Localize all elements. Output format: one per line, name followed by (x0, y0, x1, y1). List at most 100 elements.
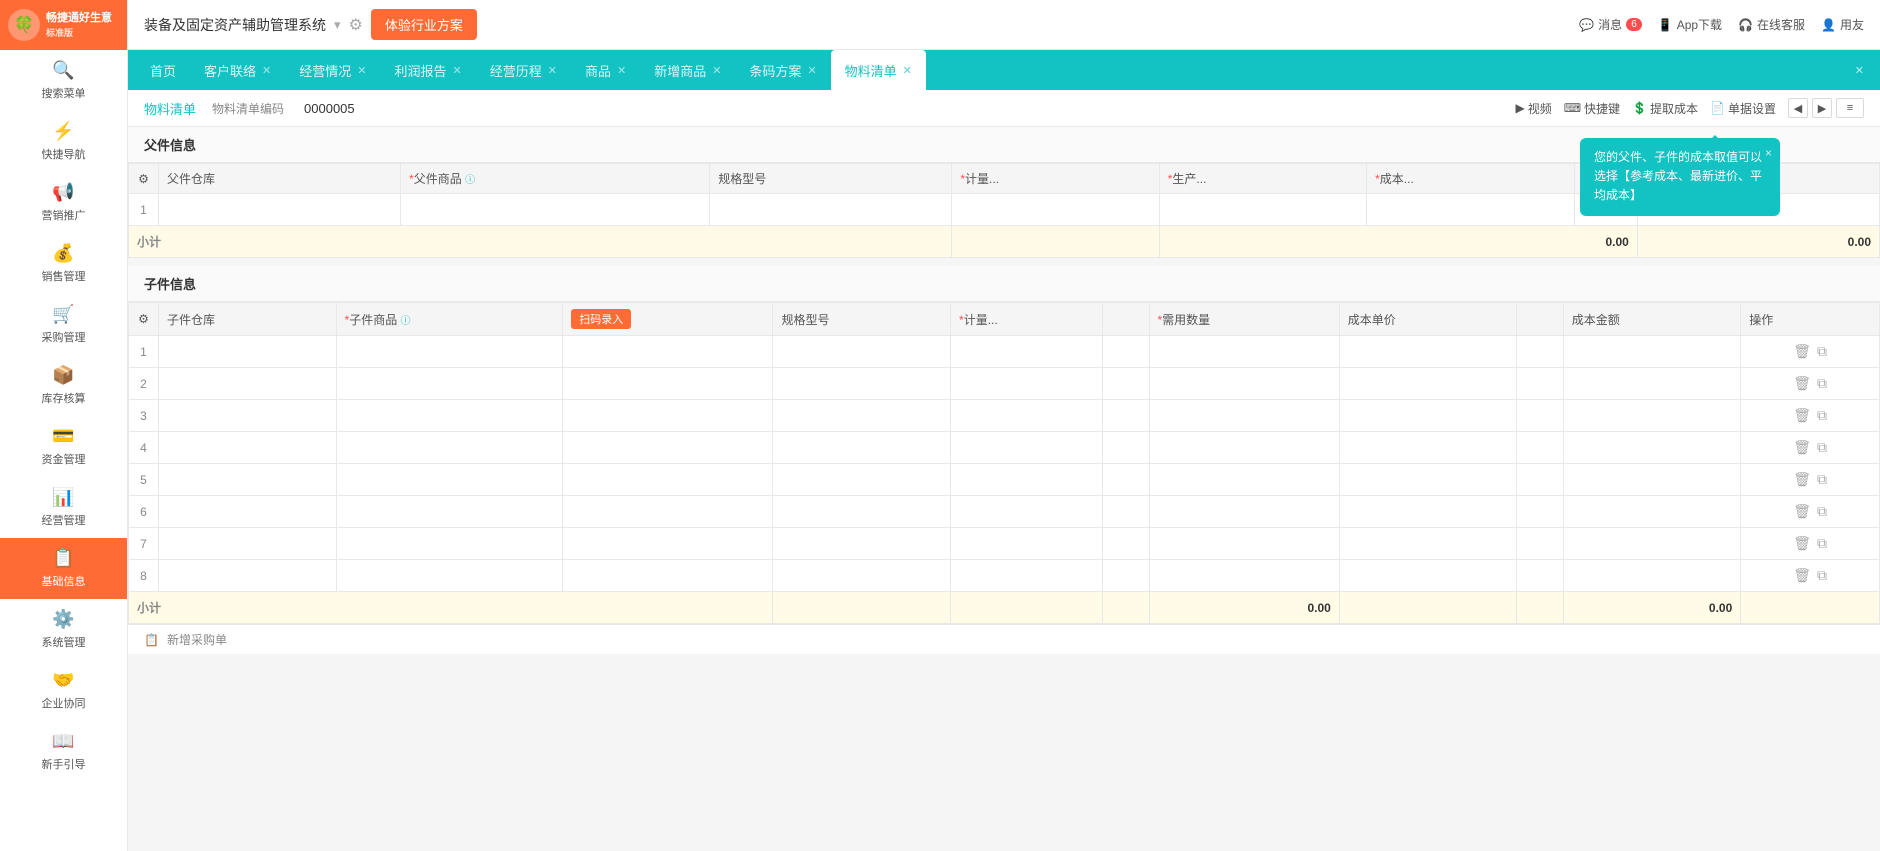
child-goods-cell[interactable] (336, 400, 563, 432)
parent-warehouse-cell[interactable] (159, 194, 401, 226)
tab-barcode-close[interactable]: ✕ (807, 64, 816, 77)
delete-icon[interactable]: 🗑 (1793, 535, 1811, 552)
next-btn[interactable]: ▶ (1812, 98, 1832, 118)
cost-cell[interactable] (1367, 194, 1574, 226)
child-cost-price-cell[interactable] (1339, 496, 1517, 528)
child-needed-qty-cell[interactable] (1149, 400, 1339, 432)
child-goods-cell[interactable] (336, 560, 563, 592)
tab-new-goods-close[interactable]: ✕ (712, 64, 721, 77)
child-unit-cell[interactable] (951, 560, 1103, 592)
child-cost-price-cell[interactable] (1339, 400, 1517, 432)
child-goods-cell[interactable] (336, 528, 563, 560)
online-service-button[interactable]: 🎧 在线客服 (1738, 16, 1805, 33)
sidebar-item-basic-info[interactable]: 📋 基础信息 (0, 538, 127, 599)
tab-bom-close[interactable]: ✕ (903, 64, 912, 77)
view-button[interactable]: ▶ 视频 (1515, 100, 1551, 117)
scroll-area[interactable]: 父件信息 ⚙ 父件仓库 *父件商品 ⓘ 规格型号 *计量... *生产... * (128, 127, 1880, 851)
sidebar-item-marketing[interactable]: 📢 营销推广 (0, 172, 127, 233)
sidebar-item-finance[interactable]: 💳 资金管理 (0, 416, 127, 477)
child-unit-cell[interactable] (951, 400, 1103, 432)
child-spec-cell[interactable] (773, 528, 951, 560)
sidebar-item-sales[interactable]: 💰 销售管理 (0, 233, 127, 294)
child-unit-cell[interactable] (951, 368, 1103, 400)
child-cost-amount-cell[interactable] (1563, 336, 1741, 368)
child-goods-cell[interactable] (336, 464, 563, 496)
delete-icon[interactable]: 🗑 (1793, 471, 1811, 488)
tab-barcode[interactable]: 条码方案 ✕ (735, 50, 830, 90)
sidebar-item-system[interactable]: ⚙️ 系统管理 (0, 599, 127, 660)
tab-operations-status[interactable]: 经营情况 ✕ (285, 50, 380, 90)
child-cost-price-cell[interactable] (1339, 432, 1517, 464)
child-cost-price-cell[interactable] (1339, 464, 1517, 496)
app-download-button[interactable]: 📱 App下载 (1658, 16, 1722, 33)
extract-cost-button[interactable]: 💲 提取成本 (1632, 100, 1698, 117)
child-cost-price-cell[interactable] (1339, 560, 1517, 592)
tab-history[interactable]: 经营历程 ✕ (476, 50, 571, 90)
copy-icon[interactable]: ⧉ (1817, 567, 1827, 584)
child-needed-qty-cell[interactable] (1149, 432, 1339, 464)
child-unit-cell[interactable] (951, 336, 1103, 368)
child-cost-amount-cell[interactable] (1563, 528, 1741, 560)
child-unit-cell[interactable] (951, 528, 1103, 560)
tab-bom[interactable]: 物料清单 ✕ (831, 50, 926, 90)
tab-operations-status-close[interactable]: ✕ (357, 64, 366, 77)
delete-icon[interactable]: 🗑 (1793, 439, 1811, 456)
parent-goods-cell[interactable] (401, 194, 710, 226)
child-cost-amount-cell[interactable] (1563, 400, 1741, 432)
grid-btn[interactable]: ≡ (1836, 98, 1864, 118)
copy-icon[interactable]: ⧉ (1817, 375, 1827, 392)
child-spec-cell[interactable] (773, 464, 951, 496)
copy-icon[interactable]: ⧉ (1817, 535, 1827, 552)
sidebar-item-inventory[interactable]: 📦 库存核算 (0, 355, 127, 416)
child-cost-amount-cell[interactable] (1563, 560, 1741, 592)
child-needed-qty-cell[interactable] (1149, 368, 1339, 400)
child-needed-qty-cell[interactable] (1149, 560, 1339, 592)
child-needed-qty-cell[interactable] (1149, 496, 1339, 528)
prev-btn[interactable]: ◀ (1788, 98, 1808, 118)
shortcut-button[interactable]: ⌨ 快捷键 (1564, 100, 1620, 117)
single-settings-button[interactable]: 📄 单据设置 (1710, 100, 1776, 117)
child-warehouse-cell[interactable] (159, 560, 337, 592)
child-goods-cell[interactable] (336, 496, 563, 528)
settings-icon[interactable]: ⚙ (349, 15, 363, 35)
child-unit-cell[interactable] (951, 464, 1103, 496)
tab-home[interactable]: 首页 (136, 50, 190, 90)
child-spec-cell[interactable] (773, 400, 951, 432)
child-warehouse-cell[interactable] (159, 368, 337, 400)
tab-history-close[interactable]: ✕ (548, 64, 557, 77)
th-child-settings[interactable]: ⚙ (129, 303, 159, 336)
sidebar-item-quick-nav[interactable]: ⚡ 快捷导航 (0, 111, 127, 172)
delete-icon[interactable]: 🗑 (1793, 407, 1811, 424)
th-settings[interactable]: ⚙ (129, 164, 159, 194)
copy-icon[interactable]: ⧉ (1817, 503, 1827, 520)
child-warehouse-cell[interactable] (159, 496, 337, 528)
tooltip-close-icon[interactable]: × (1765, 144, 1772, 163)
delete-icon[interactable]: 🗑 (1793, 343, 1811, 360)
child-needed-qty-cell[interactable] (1149, 528, 1339, 560)
child-goods-cell[interactable] (336, 336, 563, 368)
copy-icon[interactable]: ⧉ (1817, 439, 1827, 456)
tab-goods[interactable]: 商品 ✕ (571, 50, 640, 90)
child-warehouse-cell[interactable] (159, 400, 337, 432)
tab-customer[interactable]: 客户联络 ✕ (190, 50, 285, 90)
child-unit-cell[interactable] (951, 432, 1103, 464)
sidebar-item-operations[interactable]: 📊 经营管理 (0, 477, 127, 538)
child-cost-price-cell[interactable] (1339, 528, 1517, 560)
sidebar-item-cooperation[interactable]: 🤝 企业协同 (0, 660, 127, 721)
user-button[interactable]: 👤 用友 (1821, 16, 1864, 33)
global-close-icon[interactable]: ✕ (1847, 64, 1872, 77)
child-warehouse-cell[interactable] (159, 432, 337, 464)
child-goods-cell[interactable] (336, 368, 563, 400)
child-spec-cell[interactable] (773, 368, 951, 400)
sidebar-item-guide[interactable]: 📖 新手引导 (0, 721, 127, 782)
child-needed-qty-cell[interactable] (1149, 464, 1339, 496)
copy-icon[interactable]: ⧉ (1817, 407, 1827, 424)
child-spec-cell[interactable] (773, 496, 951, 528)
unit-cell[interactable] (952, 194, 1159, 226)
tab-new-goods[interactable]: 新增商品 ✕ (640, 50, 735, 90)
copy-icon[interactable]: ⧉ (1817, 471, 1827, 488)
delete-icon[interactable]: 🗑 (1793, 375, 1811, 392)
child-needed-qty-cell[interactable] (1149, 336, 1339, 368)
production-cell[interactable] (1159, 194, 1366, 226)
child-cost-amount-cell[interactable] (1563, 496, 1741, 528)
